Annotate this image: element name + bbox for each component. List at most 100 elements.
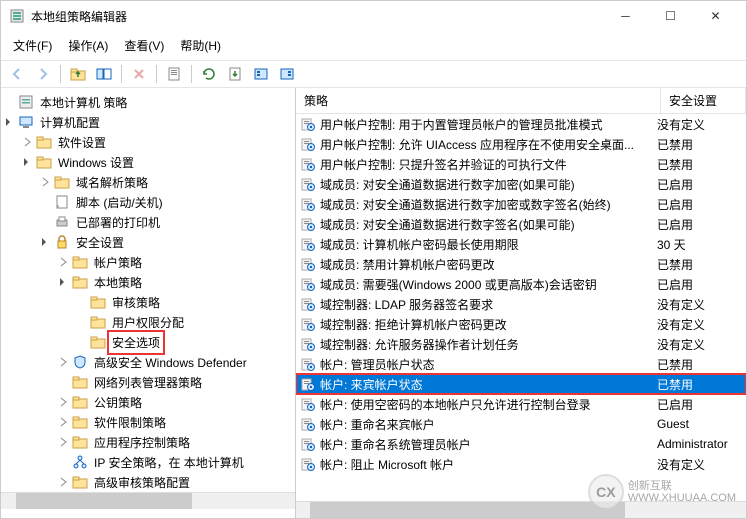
minimize-button[interactable]: ─ <box>603 1 648 31</box>
maximize-button[interactable]: ☐ <box>648 1 693 31</box>
policy-row[interactable]: 域成员: 对安全通道数据进行数字加密(如果可能)已启用 <box>296 174 746 194</box>
column-setting[interactable]: 安全设置 <box>661 88 746 113</box>
tree-software-restriction[interactable]: 软件限制策略 <box>1 412 295 432</box>
folder-icon <box>36 154 52 170</box>
menu-view[interactable]: 查看(V) <box>116 33 172 58</box>
expander-closed-icon[interactable] <box>21 135 35 149</box>
folder-icon <box>72 434 88 450</box>
tree-pane[interactable]: 本地计算机 策略 计算机配置 软件设置 Windows 设置 域名解析策略 脚本… <box>1 88 296 518</box>
tree-computer-config[interactable]: 计算机配置 <box>1 112 295 132</box>
tree-account-policies[interactable]: 帐户策略 <box>1 252 295 272</box>
policy-row[interactable]: 帐户: 阻止 Microsoft 帐户没有定义 <box>296 454 746 474</box>
tree-public-key[interactable]: 公钥策略 <box>1 392 295 412</box>
policy-row[interactable]: 帐户: 来宾帐户状态已禁用 <box>296 374 746 394</box>
tree-audit-policy[interactable]: 审核策略 <box>1 292 295 312</box>
expander-closed-icon[interactable] <box>57 475 71 489</box>
tree-scripts[interactable]: 脚本 (启动/关机) <box>1 192 295 212</box>
policy-row[interactable]: 域成员: 需要强(Windows 2000 或更高版本)会话密钥已启用 <box>296 274 746 294</box>
delete-button[interactable] <box>127 63 151 85</box>
policy-icon <box>300 416 316 432</box>
expander-closed-icon[interactable] <box>39 175 53 189</box>
tree-software-settings[interactable]: 软件设置 <box>1 132 295 152</box>
policy-row[interactable]: 帐户: 重命名系统管理员帐户Administrator <box>296 434 746 454</box>
export-button[interactable] <box>223 63 247 85</box>
column-policy[interactable]: 策略 <box>296 88 661 113</box>
policy-row[interactable]: 域控制器: LDAP 服务器签名要求没有定义 <box>296 294 746 314</box>
expander-open-icon[interactable] <box>39 235 53 249</box>
policy-row[interactable]: 域成员: 计算机帐户密码最长使用期限30 天 <box>296 234 746 254</box>
tree-app-control[interactable]: 应用程序控制策略 <box>1 432 295 452</box>
policy-setting: 没有定义 <box>657 316 742 333</box>
expander-open-icon[interactable] <box>3 115 17 129</box>
policy-row[interactable]: 帐户: 重命名来宾帐户Guest <box>296 414 746 434</box>
tree-label: 应用程序控制策略 <box>92 433 192 452</box>
policy-row[interactable]: 用户帐户控制: 允许 UIAccess 应用程序在不使用安全桌面...已禁用 <box>296 134 746 154</box>
policy-row[interactable]: 域成员: 禁用计算机帐户密码更改已禁用 <box>296 254 746 274</box>
menu-help[interactable]: 帮助(H) <box>172 33 229 58</box>
policy-row[interactable]: 域控制器: 允许服务器操作者计划任务没有定义 <box>296 334 746 354</box>
tree-label: 安全选项 <box>110 333 162 352</box>
expander-closed-icon[interactable] <box>57 435 71 449</box>
forward-button[interactable] <box>31 63 55 85</box>
list-body[interactable]: 用户帐户控制: 用于内置管理员帐户的管理员批准模式没有定义用户帐户控制: 允许 … <box>296 114 746 501</box>
tree-security-options[interactable]: 安全选项 <box>1 332 295 352</box>
expander-closed-icon[interactable] <box>57 255 71 269</box>
folder-icon <box>72 474 88 490</box>
close-button[interactable]: ✕ <box>693 1 738 31</box>
toolbar-separator <box>121 65 122 83</box>
show-tree-button[interactable] <box>92 63 116 85</box>
up-button[interactable] <box>66 63 90 85</box>
policy-icon <box>300 376 316 392</box>
filter-button[interactable] <box>249 63 273 85</box>
menu-file[interactable]: 文件(F) <box>5 33 60 58</box>
tree-security-settings[interactable]: 安全设置 <box>1 232 295 252</box>
policy-icon <box>300 396 316 412</box>
policy-name: 域控制器: 允许服务器操作者计划任务 <box>320 336 657 353</box>
list-scrollbar[interactable] <box>296 501 746 518</box>
tree-label: 审核策略 <box>110 293 162 312</box>
tree-user-rights[interactable]: 用户权限分配 <box>1 312 295 332</box>
policy-icon <box>300 356 316 372</box>
policy-name: 域成员: 对安全通道数据进行数字签名(如果可能) <box>320 216 657 233</box>
policy-row[interactable]: 帐户: 使用空密码的本地帐户只允许进行控制台登录已启用 <box>296 394 746 414</box>
tree-deployed-printers[interactable]: 已部署的打印机 <box>1 212 295 232</box>
tree-label: 脚本 (启动/关机) <box>74 193 165 212</box>
policy-row[interactable]: 域成员: 对安全通道数据进行数字加密或数字签名(始终)已启用 <box>296 194 746 214</box>
expander-open-icon[interactable] <box>57 275 71 289</box>
expander-closed-icon[interactable] <box>57 355 71 369</box>
lock-icon <box>54 234 70 250</box>
tree-root[interactable]: 本地计算机 策略 <box>1 92 295 112</box>
policy-name: 帐户: 阻止 Microsoft 帐户 <box>320 456 657 473</box>
tree-advanced-audit[interactable]: 高级审核策略配置 <box>1 472 295 492</box>
menu-action[interactable]: 操作(A) <box>60 33 116 58</box>
help-button[interactable] <box>275 63 299 85</box>
tree-windows-settings[interactable]: Windows 设置 <box>1 152 295 172</box>
policy-row[interactable]: 域成员: 对安全通道数据进行数字签名(如果可能)已启用 <box>296 214 746 234</box>
policy-setting: 没有定义 <box>657 296 742 313</box>
tree-label: 高级审核策略配置 <box>92 473 192 492</box>
tree-defender[interactable]: 高级安全 Windows Defender <box>1 352 295 372</box>
policy-icon <box>300 456 316 472</box>
back-button[interactable] <box>5 63 29 85</box>
refresh-button[interactable] <box>197 63 221 85</box>
tree-local-policies[interactable]: 本地策略 <box>1 272 295 292</box>
policy-name: 域成员: 禁用计算机帐户密码更改 <box>320 256 657 273</box>
policy-row[interactable]: 用户帐户控制: 用于内置管理员帐户的管理员批准模式没有定义 <box>296 114 746 134</box>
policy-name: 域成员: 计算机帐户密码最长使用期限 <box>320 236 657 253</box>
policy-setting: Administrator <box>657 437 742 451</box>
expander-closed-icon[interactable] <box>57 415 71 429</box>
expander-closed-icon[interactable] <box>57 395 71 409</box>
tree-network-list[interactable]: 网络列表管理器策略 <box>1 372 295 392</box>
tree-name-resolution[interactable]: 域名解析策略 <box>1 172 295 192</box>
policy-row[interactable]: 域控制器: 拒绝计算机帐户密码更改没有定义 <box>296 314 746 334</box>
tree-label: 软件限制策略 <box>92 413 168 432</box>
policy-icon <box>300 256 316 272</box>
printer-icon <box>54 214 70 230</box>
policy-row[interactable]: 用户帐户控制: 只提升签名并验证的可执行文件已禁用 <box>296 154 746 174</box>
toolbar <box>1 60 746 88</box>
tree-scrollbar[interactable] <box>1 492 295 509</box>
properties-button[interactable] <box>162 63 186 85</box>
policy-row[interactable]: 帐户: 管理员帐户状态已禁用 <box>296 354 746 374</box>
tree-ip-security[interactable]: IP 安全策略，在 本地计算机 <box>1 452 295 472</box>
expander-open-icon[interactable] <box>21 155 35 169</box>
